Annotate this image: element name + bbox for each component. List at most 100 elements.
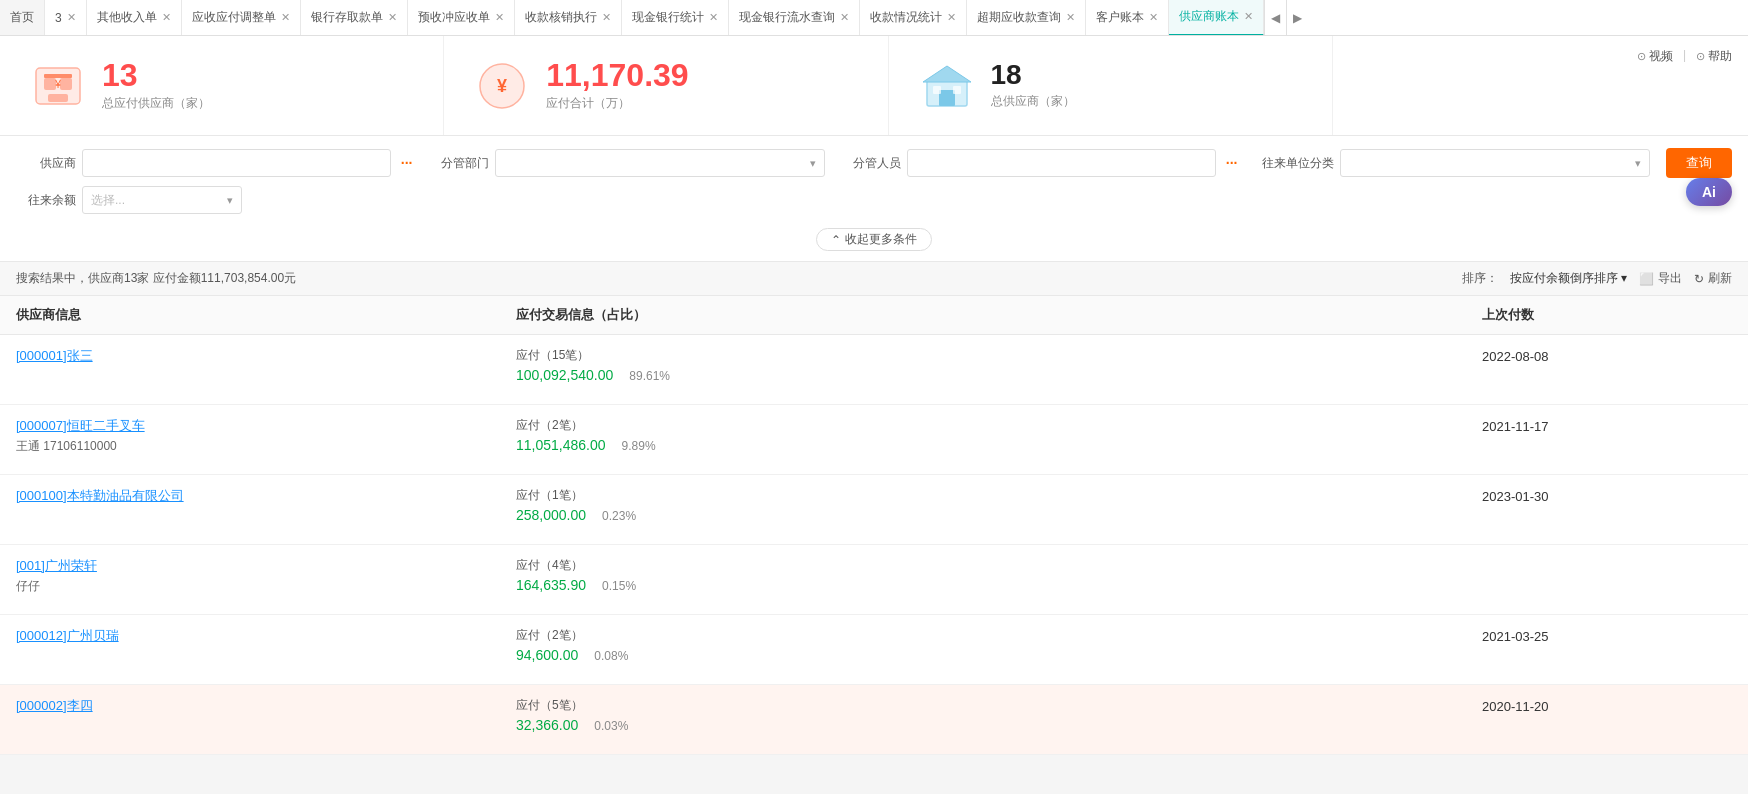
category-filter-label: 往来单位分类: [1254, 155, 1334, 172]
last-date-cell: [1482, 557, 1732, 559]
close-icon[interactable]: ✕: [1066, 11, 1075, 24]
tab-collect-stats[interactable]: 收款情况统计 ✕: [860, 0, 967, 36]
close-icon[interactable]: ✕: [1149, 11, 1158, 24]
last-date-cell: 2021-11-17: [1482, 417, 1732, 434]
close-icon[interactable]: ✕: [840, 11, 849, 24]
tx-amount[interactable]: 32,366.00: [516, 717, 578, 733]
balance-placeholder: 选择...: [91, 192, 125, 209]
svg-marker-9: [923, 66, 971, 82]
filter-dept: 分管部门 ▾: [429, 149, 826, 177]
category-select[interactable]: ▾: [1340, 149, 1651, 177]
close-icon[interactable]: ✕: [388, 11, 397, 24]
chevron-down-icon: ▾: [227, 194, 233, 207]
supplier-link[interactable]: [000100]本特勤油品有限公司: [16, 488, 184, 503]
tab-supplier-account[interactable]: 供应商账本 ✕: [1169, 0, 1264, 36]
sort-select[interactable]: 按应付余额倒序排序 ▾: [1510, 270, 1627, 287]
tab-cash-bank-flow[interactable]: 现金银行流水查询 ✕: [729, 0, 860, 36]
close-icon[interactable]: ✕: [602, 11, 611, 24]
stat-block-1: ¥ 13 总应付供应商（家）: [0, 36, 444, 135]
close-icon[interactable]: ✕: [1244, 10, 1253, 23]
dept-select[interactable]: ▾: [495, 149, 826, 177]
chevron-down-icon: ▾: [810, 157, 816, 170]
close-icon[interactable]: ✕: [495, 11, 504, 24]
header-tx: 应付交易信息（占比）: [516, 306, 1482, 324]
supplier-link[interactable]: [001]广州荣轩: [16, 558, 97, 573]
tab-other-income[interactable]: 其他收入单 ✕: [87, 0, 182, 36]
tx-cell: 应付（4笔） 164,635.90 0.15%: [516, 557, 1482, 593]
close-icon[interactable]: ✕: [947, 11, 956, 24]
result-text: 搜索结果中，供应商13家 应付金额111,703,854.00元: [16, 270, 296, 287]
person-dots-icon[interactable]: ···: [1226, 155, 1238, 171]
filter-row-2: 往来余额 选择... ▾: [16, 186, 1732, 214]
tab-customer-account[interactable]: 客户账本 ✕: [1086, 0, 1169, 36]
search-button[interactable]: 查询: [1666, 148, 1732, 178]
nav-next-arrow[interactable]: ▶: [1286, 0, 1308, 36]
supplier-link[interactable]: [000002]李四: [16, 698, 93, 713]
shop-icon: [919, 58, 975, 114]
supplier-input[interactable]: [82, 149, 391, 177]
result-bar: 搜索结果中，供应商13家 应付金额111,703,854.00元 排序： 按应付…: [0, 262, 1748, 296]
tx-label: 应付（4笔）: [516, 557, 1482, 574]
svg-text:¥: ¥: [497, 76, 507, 96]
supplier-link[interactable]: [000001]张三: [16, 348, 93, 363]
tx-percent: 9.89%: [622, 439, 656, 453]
balance-select[interactable]: 选择... ▾: [82, 186, 242, 214]
tab-overdue-collect[interactable]: 超期应收款查询 ✕: [967, 0, 1086, 36]
ai-button[interactable]: Ai: [1686, 178, 1732, 206]
ap-icon: ¥: [474, 58, 530, 114]
supplier-link[interactable]: [000007]恒旺二手叉车: [16, 418, 145, 433]
table-row: [000012]广州贝瑞 应付（2笔） 94,600.00 0.08% 2021…: [0, 615, 1748, 685]
svg-rect-11: [933, 86, 941, 94]
table-row: [000001]张三 应付（15笔） 100,092,540.00 89.61%…: [0, 335, 1748, 405]
close-icon[interactable]: ✕: [281, 11, 290, 24]
tx-amount[interactable]: 164,635.90: [516, 577, 586, 593]
tx-cell: 应付（5笔） 32,366.00 0.03%: [516, 697, 1482, 733]
tx-amount[interactable]: 258,000.00: [516, 507, 586, 523]
tx-percent: 0.03%: [594, 719, 628, 733]
supplier-dots-icon[interactable]: ···: [401, 155, 413, 171]
collapse-bar: ⌃ 收起更多条件: [16, 222, 1732, 253]
tx-label: 应付（1笔）: [516, 487, 1482, 504]
tx-cell: 应付（15笔） 100,092,540.00 89.61%: [516, 347, 1482, 383]
close-icon[interactable]: ✕: [67, 11, 76, 24]
person-input[interactable]: [907, 149, 1216, 177]
tx-amount-row: 11,051,486.00 9.89%: [516, 437, 1482, 453]
tx-amount[interactable]: 94,600.00: [516, 647, 578, 663]
tab-collect-verify[interactable]: 收款核销执行 ✕: [515, 0, 622, 36]
tab-bank-deposit[interactable]: 银行存取款单 ✕: [301, 0, 408, 36]
tx-cell: 应付（1笔） 258,000.00 0.23%: [516, 487, 1482, 523]
dept-filter-label: 分管部门: [429, 155, 489, 172]
nav-prev-arrow[interactable]: ◀: [1264, 0, 1286, 36]
stat-label-1: 总应付供应商（家）: [102, 95, 210, 112]
svg-rect-10: [939, 90, 955, 106]
stat-number-1: 13: [102, 59, 210, 91]
tx-amount[interactable]: 11,051,486.00: [516, 437, 606, 453]
tx-cell: 应付（2笔） 94,600.00 0.08%: [516, 627, 1482, 663]
stat-number-3: 18: [991, 61, 1075, 89]
supplier-cell: [000100]本特勤油品有限公司: [16, 487, 516, 505]
last-date-cell: 2021-03-25: [1482, 627, 1732, 644]
supplier-cell: [000012]广州贝瑞: [16, 627, 516, 645]
tab-cash-bank-stats[interactable]: 现金银行统计 ✕: [622, 0, 729, 36]
filter-row-1: 供应商 ··· 分管部门 ▾ 分管人员 ··· 往来单位分类 ▾ 查询: [16, 148, 1732, 178]
collapse-button[interactable]: ⌃ 收起更多条件: [816, 228, 932, 251]
tab-advance-collect[interactable]: 预收冲应收单 ✕: [408, 0, 515, 36]
help-link[interactable]: ⊙ 帮助: [1696, 48, 1732, 65]
tx-amount-row: 164,635.90 0.15%: [516, 577, 1482, 593]
tab-ap-adjust[interactable]: 应收应付调整单 ✕: [182, 0, 301, 36]
close-icon[interactable]: ✕: [162, 11, 171, 24]
tx-percent: 0.15%: [602, 579, 636, 593]
video-link[interactable]: ⊙ 视频: [1637, 48, 1673, 65]
supplier-link[interactable]: [000012]广州贝瑞: [16, 628, 119, 643]
tab-home[interactable]: 首页: [0, 0, 45, 36]
stat-info-2: 11,170.39 应付合计（万）: [546, 59, 688, 112]
refresh-button[interactable]: ↻ 刷新: [1694, 270, 1732, 287]
tab-t3[interactable]: 3 ✕: [45, 0, 87, 36]
close-icon[interactable]: ✕: [709, 11, 718, 24]
balance-filter-label: 往来余额: [16, 192, 76, 209]
tx-amount[interactable]: 100,092,540.00: [516, 367, 613, 383]
export-button[interactable]: ⬜ 导出: [1639, 270, 1682, 287]
supplier-filter-label: 供应商: [16, 155, 76, 172]
table-row: [000100]本特勤油品有限公司 应付（1笔） 258,000.00 0.23…: [0, 475, 1748, 545]
help-area: ⊙ 视频 | ⊙ 帮助: [1333, 36, 1748, 135]
